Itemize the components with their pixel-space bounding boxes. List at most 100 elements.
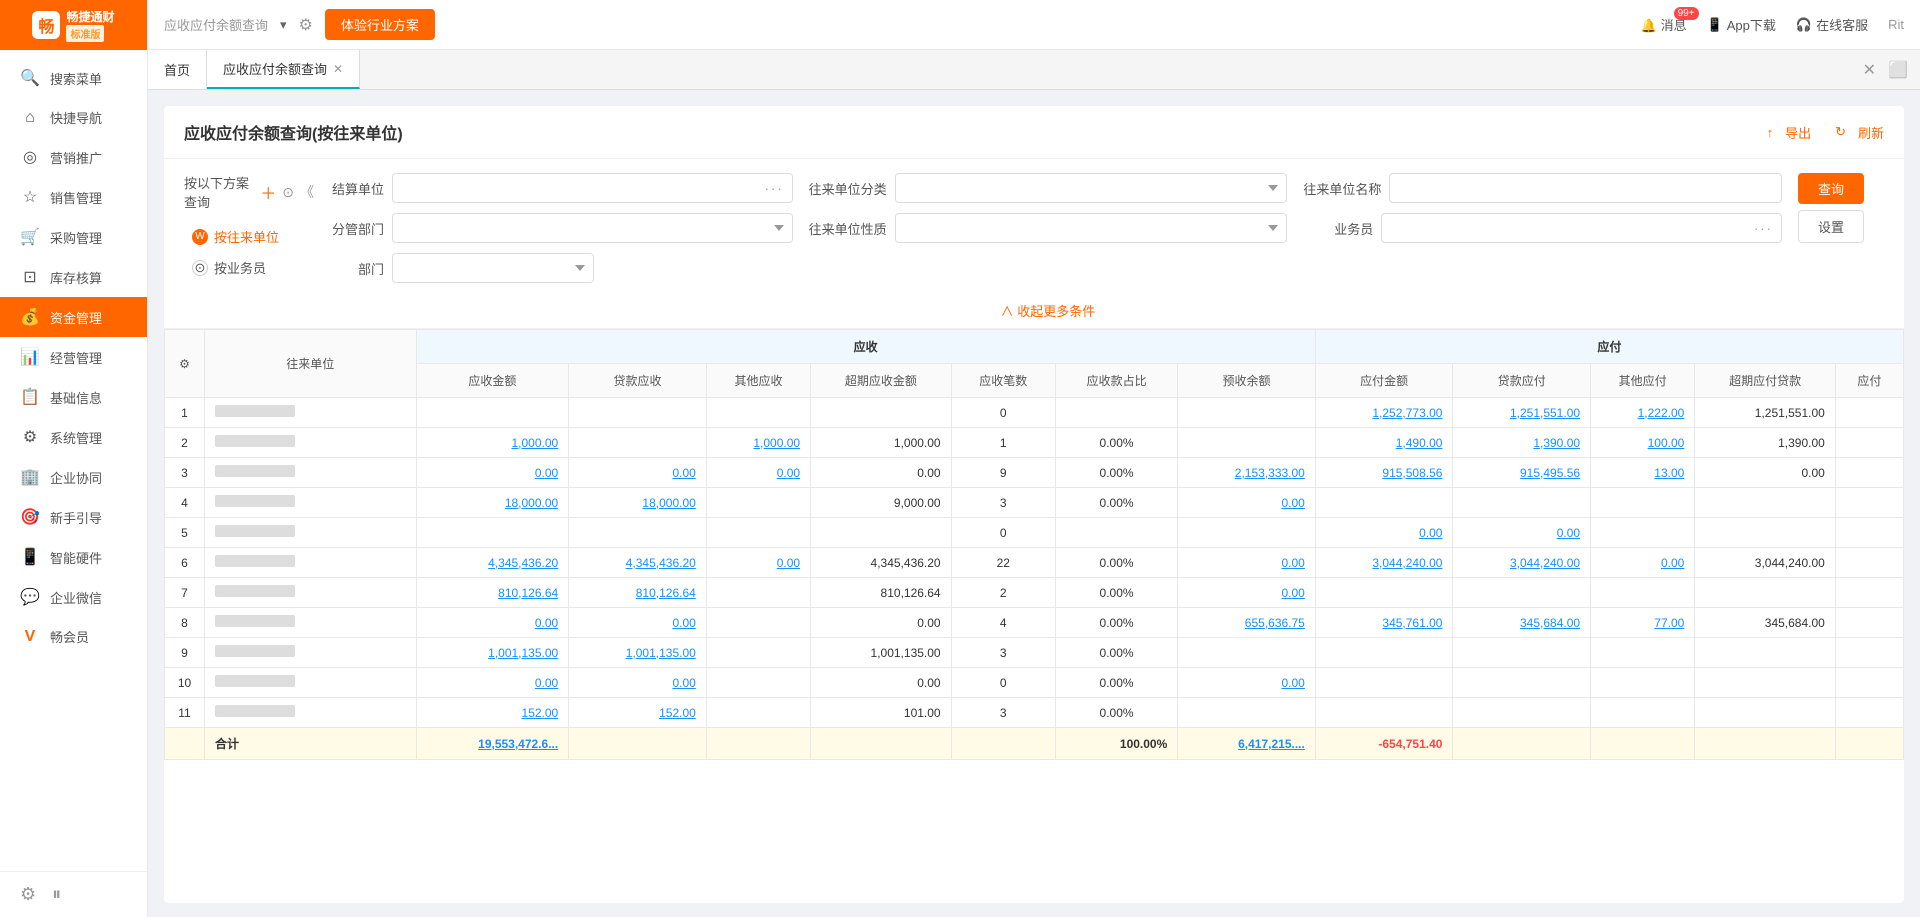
table-row: 64,345,436.204,345,436.200.004,345,436.2… xyxy=(165,548,1904,578)
sidebar-item-hardware[interactable]: 📱 智能硬件 xyxy=(0,537,147,577)
settings-icon[interactable]: ⚙ xyxy=(20,884,36,905)
filter-salesman: 业务员 ··· xyxy=(1303,213,1782,243)
tab-home[interactable]: 首页 xyxy=(148,50,207,89)
salesman-label: 业务员 xyxy=(1303,219,1373,238)
tab-close-icon[interactable]: ✕ xyxy=(333,62,343,76)
bell-icon: 🔔 xyxy=(1641,18,1657,33)
partner-name xyxy=(205,428,417,458)
add-scheme-icon[interactable]: ＋ xyxy=(260,180,276,204)
refresh-button[interactable]: 刷新 xyxy=(1858,123,1884,142)
sales-icon: ☆ xyxy=(20,187,40,207)
collapse-bar[interactable]: ∧ 收起更多条件 xyxy=(314,293,1782,328)
partner-name xyxy=(205,458,417,488)
recv-loan-header: 贷款应收 xyxy=(569,364,707,398)
table-settings-icon[interactable]: ⚙ xyxy=(179,357,190,371)
partner-name-input[interactable] xyxy=(1389,173,1782,203)
sidebar-item-purchase[interactable]: 🛒 采购管理 xyxy=(0,217,147,257)
header-right: 🔔 消息 99+ 📱 App下载 🎧 在线客服 Rit xyxy=(1641,15,1904,34)
tab-close-all-icon[interactable]: ✕ xyxy=(1863,60,1876,80)
sidebar-item-enterprise[interactable]: 🏢 企业协同 xyxy=(0,457,147,497)
query-button[interactable]: 查询 xyxy=(1798,173,1864,204)
scheme-by-salesman[interactable]: ⊙ 按业务员 xyxy=(184,252,314,283)
total-row: 合计 19,553,472.6... 100.00% 6,417,215....… xyxy=(165,728,1904,760)
header-dropdown[interactable]: ▾ xyxy=(280,17,287,33)
table-row: 21,000.001,000.001,000.0010.00%1,490.001… xyxy=(165,428,1904,458)
sidebar-item-quick[interactable]: ⌂ 快捷导航 xyxy=(0,98,147,137)
sidebar-item-operation[interactable]: 📊 经营管理 xyxy=(0,337,147,377)
table-row: 100.000.000.0000.00%0.00 xyxy=(165,668,1904,698)
salesman-input[interactable]: ··· xyxy=(1381,213,1782,243)
sidebar-item-label: 资金管理 xyxy=(50,308,102,327)
filter-dept-manager: 分管部门 xyxy=(314,213,793,243)
filter-settlement-unit: 结算单位 ··· xyxy=(314,173,793,203)
settlement-unit-input[interactable]: ··· xyxy=(392,173,793,203)
partner-category-select[interactable] xyxy=(895,173,1288,203)
tab-bar: 首页 应收应付余额查询 ✕ ✕ ⬜ xyxy=(148,50,1920,90)
total-recv-overdue xyxy=(811,728,952,760)
sidebar-item-label: 智能硬件 xyxy=(50,548,102,567)
total-pay-overdue xyxy=(1695,728,1836,760)
scheme-dot-salesman: ⊙ xyxy=(192,260,208,276)
main-content: 应收应付余额查询(按往来单位) ↑ 导出 ↻ 刷新 按以下方案查询 ＋ ⊙ 《 … xyxy=(148,90,1920,917)
trial-button[interactable]: 体验行业方案 xyxy=(325,9,435,40)
sidebar-item-sales[interactable]: ☆ 销售管理 xyxy=(0,177,147,217)
marketing-icon: ◎ xyxy=(20,147,40,167)
notification-badge[interactable]: 🔔 消息 99+ xyxy=(1641,15,1687,34)
sidebar-item-marketing[interactable]: ◎ 营销推广 xyxy=(0,137,147,177)
table-group-header-row: ⚙ 往来单位 应收 应付 xyxy=(165,330,1904,364)
filter-row-1: 结算单位 ··· 往来单位分类 往来单位名称 xyxy=(314,173,1782,203)
filter-area: 按以下方案查询 ＋ ⊙ 《 W 按往来单位 ⊙ 按业务员 xyxy=(164,159,1904,329)
table-container: ⚙ 往来单位 应收 应付 应收金额 贷款应收 其他应收 超期应收金额 应收笔数 xyxy=(164,329,1904,760)
filter-fields-area: 结算单位 ··· 往来单位分类 往来单位名称 xyxy=(314,173,1884,328)
sidebar-item-wechat[interactable]: 💬 企业微信 xyxy=(0,577,147,617)
online-support-label: 在线客服 xyxy=(1816,15,1868,34)
edit-scheme-icon[interactable]: ⊙ xyxy=(282,184,294,201)
sidebar-bottom: ⚙ ⏸ xyxy=(0,871,147,917)
recv-amount-header: 应收金额 xyxy=(416,364,569,398)
table-section: ⚙ 往来单位 应收 应付 应收金额 贷款应收 其他应收 超期应收金额 应收笔数 xyxy=(164,329,1904,776)
sidebar-item-inventory[interactable]: ⊡ 库存核算 xyxy=(0,257,147,297)
sidebar-item-search[interactable]: 🔍 搜索菜单 xyxy=(0,58,147,98)
collapse-scheme-icon[interactable]: 《 xyxy=(300,182,314,202)
app-download[interactable]: 📱 App下载 xyxy=(1707,15,1776,34)
tab-maximize-icon[interactable]: ⬜ xyxy=(1888,60,1908,80)
home-tab-label: 首页 xyxy=(164,60,190,79)
scheme-label-unit: 按往来单位 xyxy=(214,227,279,246)
settings-button[interactable]: 设置 xyxy=(1798,210,1864,243)
tab-query[interactable]: 应收应付余额查询 ✕ xyxy=(207,50,360,89)
table-row: 101,252,773.001,251,551.001,222.001,251,… xyxy=(165,398,1904,428)
sidebar-item-guide[interactable]: 🎯 新手引导 xyxy=(0,497,147,537)
partner-nature-select[interactable] xyxy=(895,213,1288,243)
inventory-icon: ⊡ xyxy=(20,267,40,287)
sidebar-item-basic[interactable]: 📋 基础信息 xyxy=(0,377,147,417)
export-icon: ↑ xyxy=(1767,125,1774,140)
sidebar-item-label: 新手引导 xyxy=(50,508,102,527)
dept-select[interactable] xyxy=(392,253,594,283)
pay-other-header: 其他应付 xyxy=(1591,364,1695,398)
dept-manager-select[interactable] xyxy=(392,213,793,243)
total-prepay: 6,417,215.... xyxy=(1178,728,1316,760)
enterprise-icon: 🏢 xyxy=(20,467,40,487)
sidebar: 畅 畅捷通财 标准版 🔍 搜索菜单 ⌂ 快捷导航 ◎ 营销推广 ☆ 销售管理 🛒… xyxy=(0,0,148,917)
header-settings-icon[interactable]: ⚙ xyxy=(299,15,313,35)
table-footer: 合计 19,553,472.6... 100.00% 6,417,215....… xyxy=(165,728,1904,760)
basic-icon: 📋 xyxy=(20,387,40,407)
dept-manager-label: 分管部门 xyxy=(314,219,384,238)
page-actions: ↑ 导出 ↻ 刷新 xyxy=(1767,123,1884,142)
partner-name xyxy=(205,398,417,428)
page-header: 应收应付余额查询(按往来单位) ↑ 导出 ↻ 刷新 xyxy=(164,106,1904,159)
scheme-by-unit[interactable]: W 按往来单位 xyxy=(184,221,314,252)
table-row: 418,000.0018,000.009,000.0030.00%0.00 xyxy=(165,488,1904,518)
sidebar-item-system[interactable]: ⚙ 系统管理 xyxy=(0,417,147,457)
collapse-icon[interactable]: ⏸ xyxy=(52,884,61,905)
sidebar-item-capital[interactable]: 💰 资金管理 xyxy=(0,297,147,337)
sidebar-item-member[interactable]: V 畅会员 xyxy=(0,617,147,656)
partner-name-label: 往来单位名称 xyxy=(1303,179,1381,198)
total-pay-loan xyxy=(1453,728,1591,760)
settings-col-header: ⚙ xyxy=(165,330,205,398)
user-info[interactable]: Rit xyxy=(1888,17,1904,32)
export-button[interactable]: 导出 xyxy=(1785,123,1811,142)
sidebar-item-label: 企业协同 xyxy=(50,468,102,487)
sidebar-item-label: 采购管理 xyxy=(50,228,102,247)
online-support[interactable]: 🎧 在线客服 xyxy=(1796,15,1868,34)
